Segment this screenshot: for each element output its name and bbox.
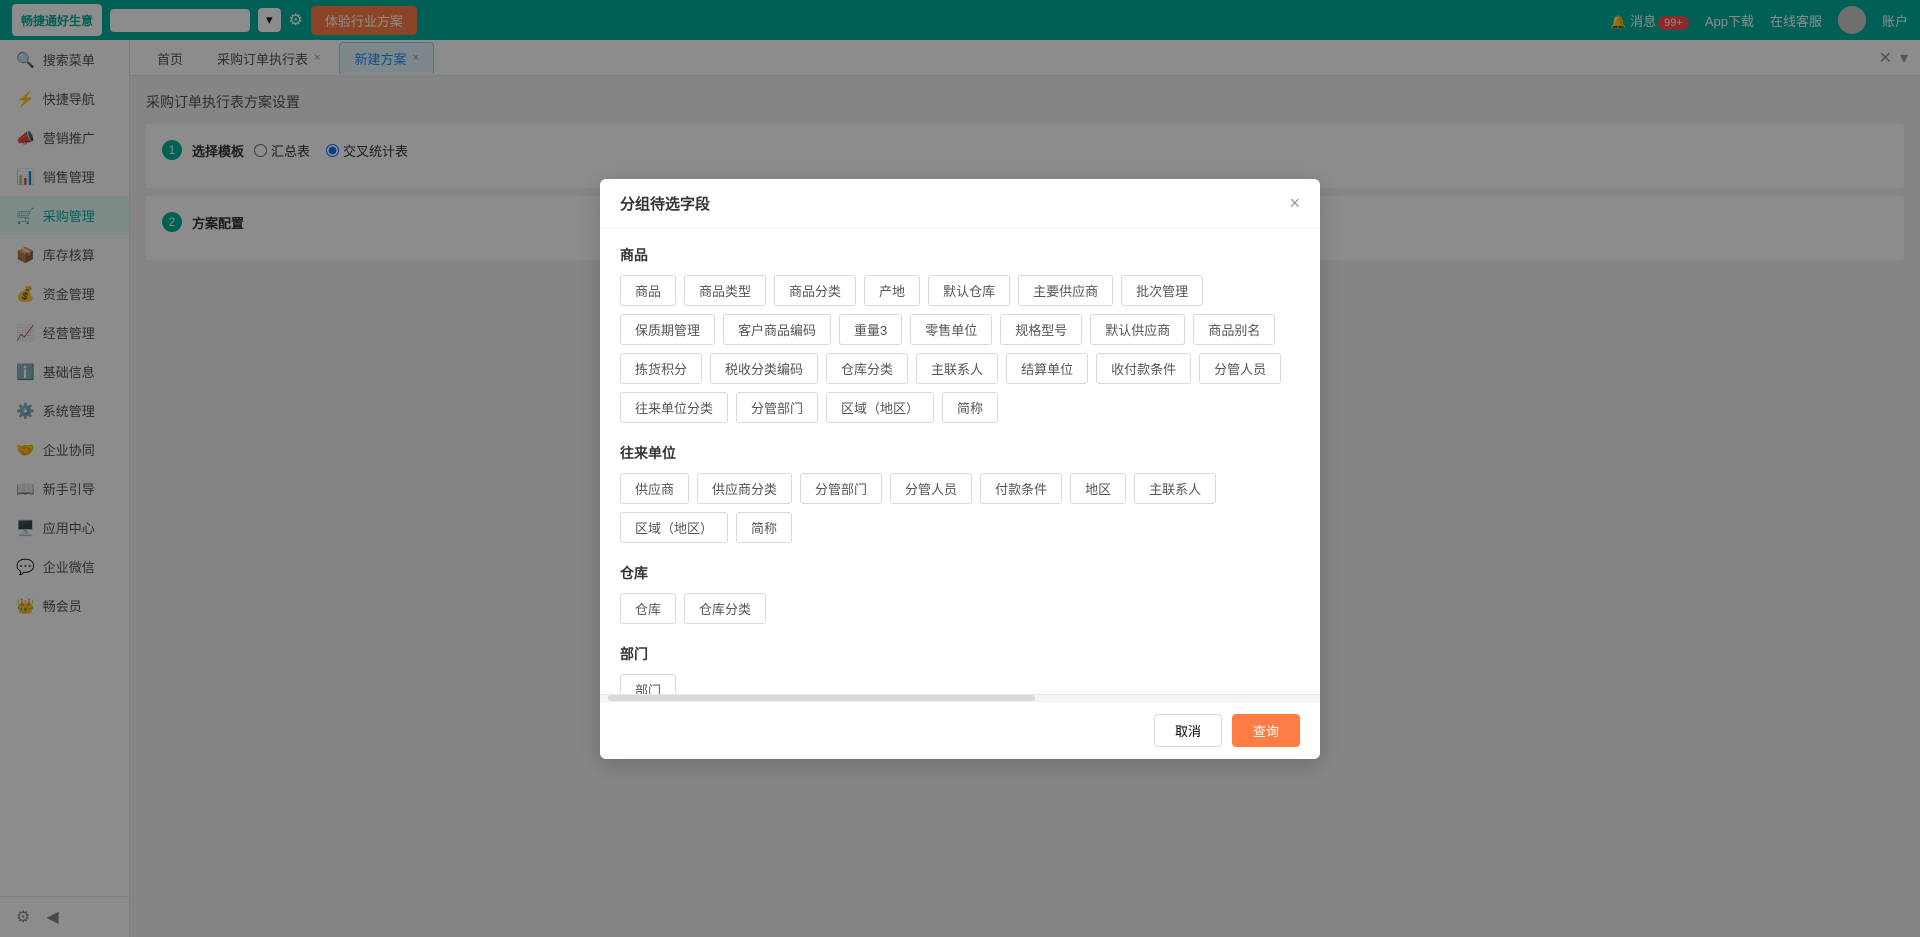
field-tag-payment-terms[interactable]: 收付款条件 (1096, 353, 1191, 384)
field-tag-default-supplier[interactable]: 默认供应商 (1090, 314, 1185, 345)
field-tag-region-product[interactable]: 区域（地区） (826, 392, 934, 423)
section-partner-tags: 供应商 供应商分类 分管部门 分管人员 付款条件 地区 主联系人 区域（地区） … (620, 473, 1300, 543)
field-tag-batch-mgmt[interactable]: 批次管理 (1121, 275, 1203, 306)
field-tag-customer-code[interactable]: 客户商品编码 (723, 314, 831, 345)
field-tag-abbr-product[interactable]: 简称 (942, 392, 998, 423)
modal-horizontal-scrollbar[interactable] (600, 694, 1320, 701)
confirm-button[interactable]: 查询 (1232, 714, 1300, 747)
section-dept-title: 部门 (620, 644, 1300, 664)
field-tag-partner-category[interactable]: 往来单位分类 (620, 392, 728, 423)
field-tag-pick-points[interactable]: 拣货积分 (620, 353, 702, 384)
field-tag-warehouse[interactable]: 仓库 (620, 593, 676, 624)
field-tag-person-partner[interactable]: 分管人员 (890, 473, 972, 504)
field-tag-contact-partner[interactable]: 主联系人 (1134, 473, 1216, 504)
field-tag-product[interactable]: 商品 (620, 275, 676, 306)
section-warehouse-title: 仓库 (620, 563, 1300, 583)
modal-close-button[interactable]: × (1289, 194, 1300, 212)
field-tag-retail-unit[interactable]: 零售单位 (910, 314, 992, 345)
section-dept-tags: 部门 (620, 674, 1300, 694)
field-tag-product-category[interactable]: 商品分类 (774, 275, 856, 306)
section-partner-title: 往来单位 (620, 443, 1300, 463)
modal-title: 分组待选字段 (620, 193, 710, 214)
field-tag-dept-partner[interactable]: 分管部门 (800, 473, 882, 504)
modal-body: 商品 商品 商品类型 商品分类 产地 默认仓库 主要供应商 批次管理 保质期管理… (600, 229, 1320, 694)
field-tag-region-partner[interactable]: 区域（地区） (620, 512, 728, 543)
field-tag-warehouse-category[interactable]: 仓库分类 (826, 353, 908, 384)
field-tag-origin[interactable]: 产地 (864, 275, 920, 306)
modal-header: 分组待选字段 × (600, 179, 1320, 229)
field-tag-default-warehouse[interactable]: 默认仓库 (928, 275, 1010, 306)
field-tag-main-contact[interactable]: 主联系人 (916, 353, 998, 384)
section-product-tags: 商品 商品类型 商品分类 产地 默认仓库 主要供应商 批次管理 保质期管理 客户… (620, 275, 1300, 423)
cancel-button[interactable]: 取消 (1154, 714, 1222, 747)
field-tag-supplier-category[interactable]: 供应商分类 (697, 473, 792, 504)
field-tag-payment-partner[interactable]: 付款条件 (980, 473, 1062, 504)
field-tag-weight3[interactable]: 重量3 (839, 314, 902, 345)
section-warehouse-tags: 仓库 仓库分类 (620, 593, 1300, 624)
field-tag-abbr-partner[interactable]: 简称 (736, 512, 792, 543)
field-tag-supervisor[interactable]: 分管人员 (1199, 353, 1281, 384)
field-tag-product-type[interactable]: 商品类型 (684, 275, 766, 306)
field-selection-modal: 分组待选字段 × 商品 商品 商品类型 商品分类 产地 默认仓库 主要供应商 批… (600, 179, 1320, 759)
section-warehouse: 仓库 仓库 仓库分类 (620, 563, 1300, 624)
field-tag-supervisor-dept[interactable]: 分管部门 (736, 392, 818, 423)
field-tag-settlement-unit[interactable]: 结算单位 (1006, 353, 1088, 384)
field-tag-warehouse-category2[interactable]: 仓库分类 (684, 593, 766, 624)
field-tag-dept[interactable]: 部门 (620, 674, 676, 694)
section-dept: 部门 部门 (620, 644, 1300, 694)
field-tag-area-partner[interactable]: 地区 (1070, 473, 1126, 504)
field-tag-spec-model[interactable]: 规格型号 (1000, 314, 1082, 345)
section-product-title: 商品 (620, 245, 1300, 265)
field-tag-tax-code[interactable]: 税收分类编码 (710, 353, 818, 384)
field-tag-main-supplier[interactable]: 主要供应商 (1018, 275, 1113, 306)
section-partner: 往来单位 供应商 供应商分类 分管部门 分管人员 付款条件 地区 主联系人 区域… (620, 443, 1300, 543)
field-tag-product-alias[interactable]: 商品别名 (1193, 314, 1275, 345)
field-tag-shelf-life[interactable]: 保质期管理 (620, 314, 715, 345)
field-tag-supplier[interactable]: 供应商 (620, 473, 689, 504)
section-product: 商品 商品 商品类型 商品分类 产地 默认仓库 主要供应商 批次管理 保质期管理… (620, 245, 1300, 423)
modal-footer: 取消 查询 (600, 701, 1320, 759)
modal-overlay[interactable]: 分组待选字段 × 商品 商品 商品类型 商品分类 产地 默认仓库 主要供应商 批… (0, 0, 1920, 937)
